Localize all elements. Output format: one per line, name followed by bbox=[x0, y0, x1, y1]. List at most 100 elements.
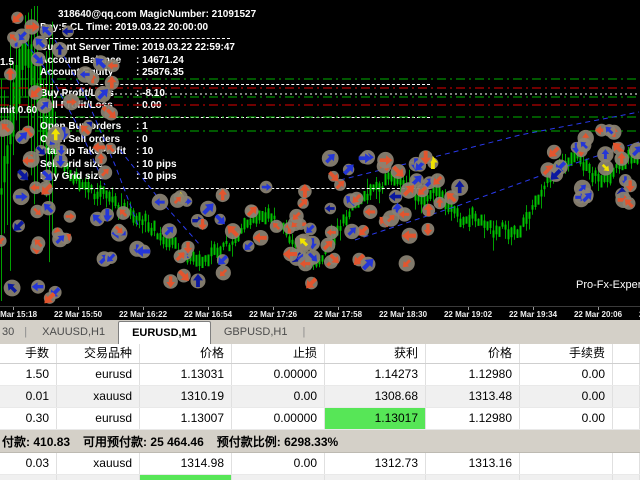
table-row[interactable]: 0.01 xauusd 1310.19 0.00 1308.68 1313.48 0.00 bbox=[0, 386, 640, 408]
table-cell bbox=[613, 475, 640, 480]
mt4-window: 318640@qq.com MagicNumber: 21091527 Day:5… bbox=[0, 0, 640, 480]
table-cell: xauusd bbox=[57, 453, 140, 474]
trade-marker bbox=[242, 240, 255, 253]
chart-tab-xauusd-h1[interactable]: XAUUSD,H1 bbox=[29, 321, 118, 343]
summary-segment: 付款: 410.83 bbox=[2, 433, 70, 450]
column-header[interactable]: 获利 bbox=[325, 344, 426, 363]
trade-marker bbox=[55, 144, 68, 156]
table-cell: 0.00000 bbox=[232, 475, 325, 480]
trade-marker bbox=[116, 206, 131, 220]
column-header[interactable]: 手数 bbox=[0, 344, 57, 363]
table-cell bbox=[613, 364, 640, 385]
chart-tab-30[interactable]: 30 bbox=[0, 321, 22, 343]
table-cell: 1.13078 bbox=[140, 475, 232, 480]
trade-marker bbox=[3, 279, 21, 297]
table-row[interactable]: 0.60eurusd1.130780.000001.130811.13031 bbox=[0, 475, 640, 480]
time-axis[interactable]: 22 Mar 15:18 22 Mar 15:50 22 Mar 16:22 22 M… bbox=[0, 306, 640, 321]
trade-marker bbox=[47, 126, 65, 144]
trade-marker bbox=[31, 51, 46, 67]
time-axis-label: 22 Mar 19:02 bbox=[443, 310, 493, 319]
table-cell: xauusd bbox=[57, 386, 140, 407]
table-cell: 1.13031 bbox=[426, 475, 520, 480]
trade-marker bbox=[401, 227, 418, 244]
column-header[interactable] bbox=[613, 344, 640, 363]
trade-marker bbox=[62, 25, 74, 38]
column-header[interactable]: 价格 bbox=[140, 344, 232, 363]
summary-value: 25 464.46 bbox=[150, 434, 204, 449]
table-row[interactable]: 0.30 eurusd 1.13007 0.00000 1.13017 1.12980 0.… bbox=[0, 408, 640, 430]
trade-marker bbox=[289, 208, 304, 224]
chart-area[interactable]: 318640@qq.com MagicNumber: 21091527 Day:5… bbox=[0, 0, 640, 306]
table-row[interactable]: 1.50 eurusd 1.13031 0.00000 1.14273 1.12980 0.… bbox=[0, 364, 640, 386]
chart-tab-gbpusd-h1[interactable]: GBPUSD,H1 bbox=[211, 321, 301, 343]
table-cell: 1.12980 bbox=[426, 408, 520, 429]
trade-marker bbox=[252, 230, 269, 246]
trade-marker bbox=[163, 274, 178, 289]
column-header[interactable]: 手续费 bbox=[520, 344, 613, 363]
trade-marker bbox=[36, 97, 53, 114]
trade-marker bbox=[0, 119, 14, 136]
trade-marker bbox=[269, 219, 283, 233]
table-cell: 0.30 bbox=[0, 408, 57, 429]
trade-marker bbox=[17, 169, 29, 181]
summary-label: 付款: bbox=[2, 434, 34, 449]
table-cell: 1.13081 bbox=[325, 475, 426, 480]
table-header-row: 手数 交易品种 价格 止损 获利 价格 手续费 bbox=[0, 344, 640, 364]
table-row[interactable]: 0.03 xauusd 1314.98 0.00 1312.73 1313.16 bbox=[0, 453, 640, 475]
trade-marker bbox=[603, 124, 616, 137]
trade-marker bbox=[614, 151, 629, 166]
table-cell bbox=[613, 408, 640, 429]
trade-marker bbox=[546, 144, 562, 160]
trade-marker bbox=[342, 163, 355, 176]
trade-marker bbox=[215, 265, 231, 281]
trade-marker bbox=[12, 188, 30, 206]
trade-marker bbox=[92, 141, 106, 154]
trade-marker bbox=[377, 151, 394, 169]
table-cell: 1313.16 bbox=[426, 453, 520, 474]
table-cell: 1.14273 bbox=[325, 364, 426, 385]
trade-marker bbox=[320, 237, 336, 253]
trade-marker bbox=[344, 223, 360, 240]
table-cell: 1.13031 bbox=[140, 364, 232, 385]
trade-marker bbox=[363, 204, 378, 219]
trade-marker bbox=[324, 225, 339, 240]
chart-tab-eurusd-m1[interactable]: EURUSD,M1 bbox=[118, 320, 211, 345]
trade-marker bbox=[104, 142, 117, 154]
tab-divider: | bbox=[24, 326, 28, 338]
trade-markers-layer bbox=[0, 11, 640, 304]
trade-marker bbox=[98, 165, 113, 180]
trade-marker bbox=[11, 11, 24, 24]
table-cell: 0.00 bbox=[520, 386, 613, 407]
table-cell: 0.00 bbox=[520, 408, 613, 429]
trade-marker bbox=[161, 223, 177, 239]
summary-label: 预付款比例: bbox=[216, 434, 285, 449]
table-cell: 0.60 bbox=[0, 475, 57, 480]
trade-marker bbox=[106, 59, 120, 73]
trade-marker bbox=[215, 188, 230, 203]
table-cell: 1.13017 bbox=[325, 408, 426, 429]
time-axis-label: 22 Mar 16:22 bbox=[118, 310, 168, 319]
table-cell: 1313.48 bbox=[426, 386, 520, 407]
column-header[interactable]: 止损 bbox=[232, 344, 325, 363]
summary-segment: 可用预付款: 25 464.46 bbox=[83, 433, 204, 450]
trade-marker bbox=[421, 222, 435, 236]
trade-marker bbox=[12, 219, 25, 233]
chart-tab-bar: 30 | XAUUSD,H1 EURUSD,M1 GBPUSD,H1 | bbox=[0, 320, 640, 345]
time-axis-label: 22 Mar 18:30 bbox=[378, 310, 428, 319]
summary-label: 可用预付款: bbox=[83, 434, 151, 449]
trade-marker bbox=[324, 202, 337, 215]
trade-marker bbox=[398, 255, 415, 272]
trade-marker bbox=[31, 279, 46, 294]
time-axis-label: 22 Mar 19:34 bbox=[508, 310, 558, 319]
trade-marker bbox=[31, 236, 46, 251]
time-axis-label: 22 Mar 20:06 bbox=[573, 310, 623, 319]
trade-marker bbox=[214, 213, 226, 225]
trade-marker bbox=[176, 268, 191, 283]
summary-segment: 预付款比例: 6298.33% bbox=[217, 433, 338, 450]
column-header[interactable]: 交易品种 bbox=[57, 344, 140, 363]
trade-marker bbox=[169, 192, 186, 208]
column-header[interactable]: 价格 bbox=[426, 344, 520, 363]
trade-marker bbox=[397, 207, 412, 222]
trade-marker bbox=[0, 235, 7, 247]
trade-marker bbox=[297, 256, 314, 272]
